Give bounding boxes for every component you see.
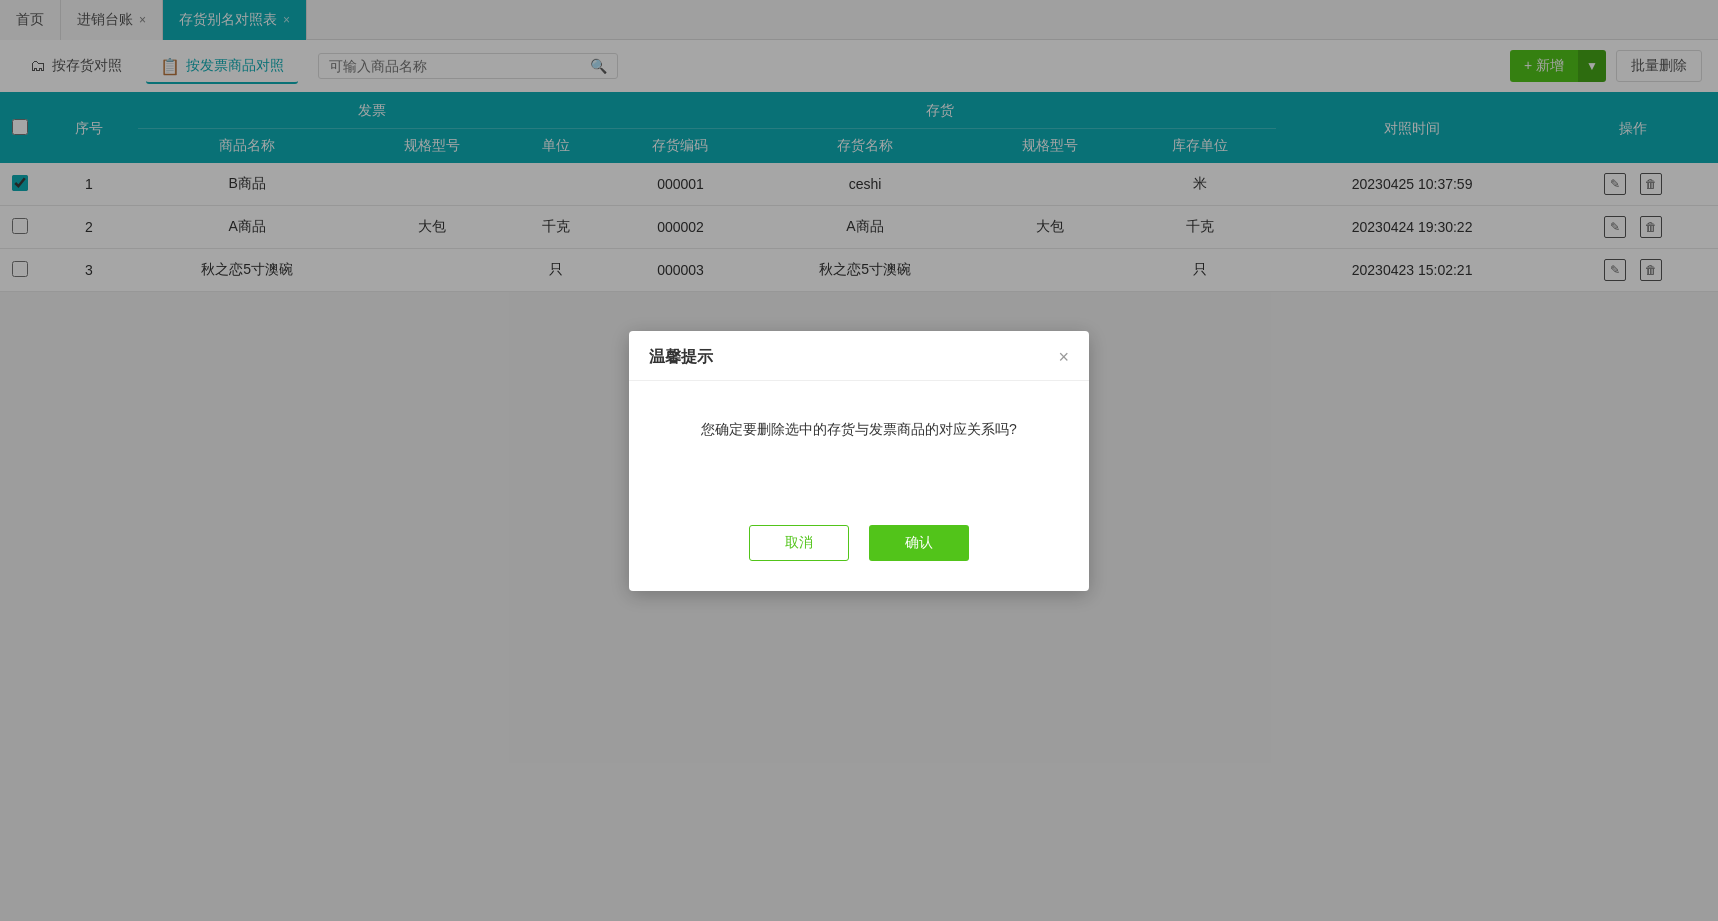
modal-overlay: 温馨提示 × 您确定要删除选中的存货与发票商品的对应关系吗? 取消 确认 — [0, 0, 1718, 292]
